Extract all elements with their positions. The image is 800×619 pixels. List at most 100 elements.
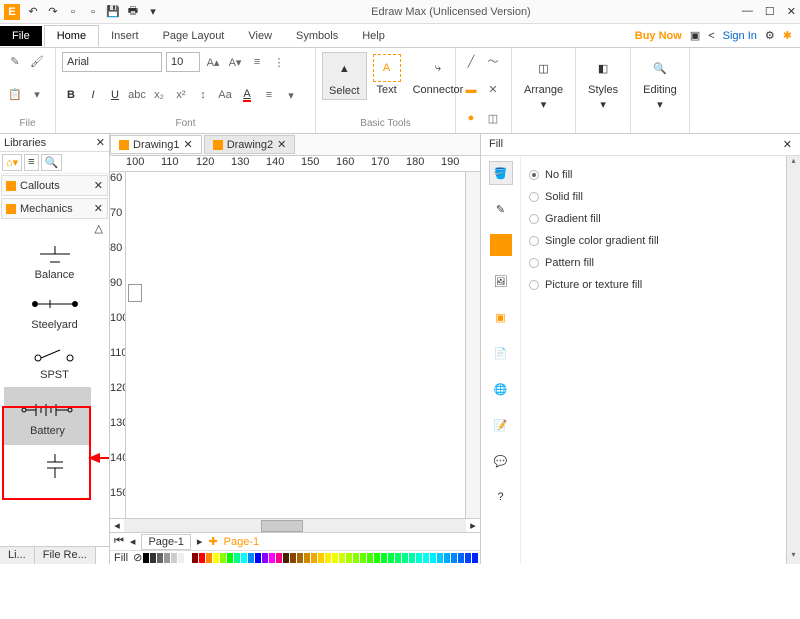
font-name-select[interactable] <box>62 52 162 72</box>
color-swatch[interactable] <box>143 553 149 563</box>
color-swatch[interactable] <box>395 553 401 563</box>
color-swatch[interactable] <box>374 553 380 563</box>
color-swatch[interactable] <box>437 553 443 563</box>
tab-symbols[interactable]: Symbols <box>284 26 350 46</box>
shrink-font-icon[interactable]: A▾ <box>226 53 244 71</box>
tab-page-layout[interactable]: Page Layout <box>151 26 237 46</box>
opt-pattern-fill[interactable]: Pattern fill <box>525 252 782 274</box>
color-swatch[interactable] <box>423 553 429 563</box>
curve-icon[interactable]: 〜 <box>484 52 502 70</box>
shape-fill-icon[interactable] <box>490 234 512 256</box>
color-swatch[interactable] <box>444 553 450 563</box>
gear-icon[interactable]: ⚙ <box>765 29 775 42</box>
libraries-close-icon[interactable]: ✕ <box>96 136 105 149</box>
help-icon[interactable]: ? <box>490 486 512 508</box>
file-menu[interactable]: File <box>0 26 42 46</box>
collapse-icon[interactable]: △ <box>2 222 107 235</box>
format-painter-icon[interactable]: ✎ <box>6 52 24 70</box>
lib-section-callouts[interactable]: Callouts✕ <box>1 175 108 196</box>
color-swatch[interactable] <box>178 553 184 563</box>
circle-icon[interactable]: ● <box>462 109 480 127</box>
bold-icon[interactable]: B <box>62 86 80 104</box>
page-nav-first-icon[interactable]: ⏮ <box>114 535 124 548</box>
color-swatch[interactable] <box>234 553 240 563</box>
color-swatch[interactable] <box>409 553 415 563</box>
italic-icon[interactable]: I <box>84 86 102 104</box>
color-swatch[interactable] <box>360 553 366 563</box>
open-icon[interactable]: ▫ <box>86 5 100 19</box>
color-swatch[interactable] <box>311 553 317 563</box>
page-icon[interactable]: 📄 <box>490 342 512 364</box>
opt-gradient-fill[interactable]: Gradient fill <box>525 208 782 230</box>
new-icon[interactable]: ▫ <box>66 5 80 19</box>
color-swatch[interactable] <box>171 553 177 563</box>
tab-close-icon[interactable]: ✕ <box>183 138 192 151</box>
text-tool[interactable]: AText <box>367 52 407 100</box>
shape-balance[interactable]: Balance <box>2 235 107 285</box>
canvas-handle[interactable] <box>128 284 142 302</box>
color-swatch[interactable] <box>150 553 156 563</box>
shape-spst[interactable]: SPST <box>2 335 107 385</box>
color-swatch[interactable] <box>213 553 219 563</box>
color-bar[interactable]: Fill ⊘ /*placeholder*/ <box>110 550 480 564</box>
superscript-icon[interactable]: x² <box>172 86 190 104</box>
doc-tab-1[interactable]: Drawing1✕ <box>110 135 202 154</box>
color-swatch[interactable] <box>465 553 471 563</box>
color-swatch[interactable] <box>416 553 422 563</box>
lib-search-icon[interactable]: 🔍 <box>41 154 63 171</box>
color-swatch[interactable] <box>262 553 268 563</box>
more-font-icon[interactable]: ▾ <box>282 86 300 104</box>
highlight-icon[interactable]: Aa <box>216 86 234 104</box>
align-icon[interactable]: ≡ <box>248 53 266 71</box>
color-swatch[interactable] <box>157 553 163 563</box>
color-swatch[interactable] <box>304 553 310 563</box>
bottab-li[interactable]: Li... <box>0 547 35 564</box>
v-scrollbar[interactable]: ▴▾ <box>786 156 800 564</box>
layers-icon[interactable]: ▣ <box>490 306 512 328</box>
strike-icon[interactable]: abc <box>128 86 146 104</box>
maximize-icon[interactable]: ☐ <box>765 5 775 18</box>
page-nav-next-icon[interactable]: ▸ <box>197 535 203 548</box>
grow-font-icon[interactable]: A▴ <box>204 53 222 71</box>
page-nav-prev-icon[interactable]: ◂ <box>130 535 136 548</box>
font-color-icon[interactable]: A <box>238 86 256 104</box>
underline-icon[interactable]: U <box>106 86 124 104</box>
lib-home-icon[interactable]: ⌂▾ <box>2 154 22 171</box>
color-swatch[interactable] <box>388 553 394 563</box>
line-style-icon[interactable]: ✎ <box>490 198 512 220</box>
paste-icon[interactable]: 📋 <box>6 85 24 103</box>
tab-close-icon[interactable]: ✕ <box>277 138 286 151</box>
color-swatch[interactable] <box>325 553 331 563</box>
rect-icon[interactable]: ▬ <box>462 81 480 99</box>
star-icon[interactable]: ✕ <box>484 81 502 99</box>
shape-steelyard[interactable]: Steelyard <box>2 285 107 335</box>
crop-icon[interactable]: ◫ <box>484 109 502 127</box>
opt-texture-fill[interactable]: Picture or texture fill <box>525 274 782 296</box>
canvas[interactable] <box>126 172 480 518</box>
save-icon[interactable]: 💾 <box>106 5 120 19</box>
clipboard-icon[interactable]: ▾ <box>28 85 46 103</box>
spacing-icon[interactable]: ↕ <box>194 86 212 104</box>
line-icon[interactable]: ╱ <box>462 52 480 70</box>
opt-single-gradient[interactable]: Single color gradient fill <box>525 230 782 252</box>
comment-icon[interactable]: 💬 <box>490 450 512 472</box>
color-swatch[interactable] <box>353 553 359 563</box>
color-swatch[interactable] <box>339 553 345 563</box>
qat-more-icon[interactable]: ▾ <box>146 5 160 19</box>
share-icon[interactable]: < <box>708 30 714 42</box>
color-swatch[interactable] <box>192 553 198 563</box>
color-swatch[interactable] <box>164 553 170 563</box>
buy-now-link[interactable]: Buy Now <box>635 30 682 42</box>
color-swatch[interactable] <box>381 553 387 563</box>
fill-panel-close-icon[interactable]: ✕ <box>783 138 792 151</box>
font-size-select[interactable] <box>166 52 200 72</box>
align2-icon[interactable]: ≡ <box>260 86 278 104</box>
color-swatch[interactable] <box>227 553 233 563</box>
bottab-filere[interactable]: File Re... <box>35 547 96 564</box>
color-swatch[interactable] <box>185 553 191 563</box>
tab-home[interactable]: Home <box>44 25 99 47</box>
lib-list-icon[interactable]: ≡ <box>24 154 38 171</box>
color-swatch[interactable] <box>451 553 457 563</box>
color-swatch[interactable] <box>472 553 478 563</box>
color-swatch[interactable] <box>346 553 352 563</box>
